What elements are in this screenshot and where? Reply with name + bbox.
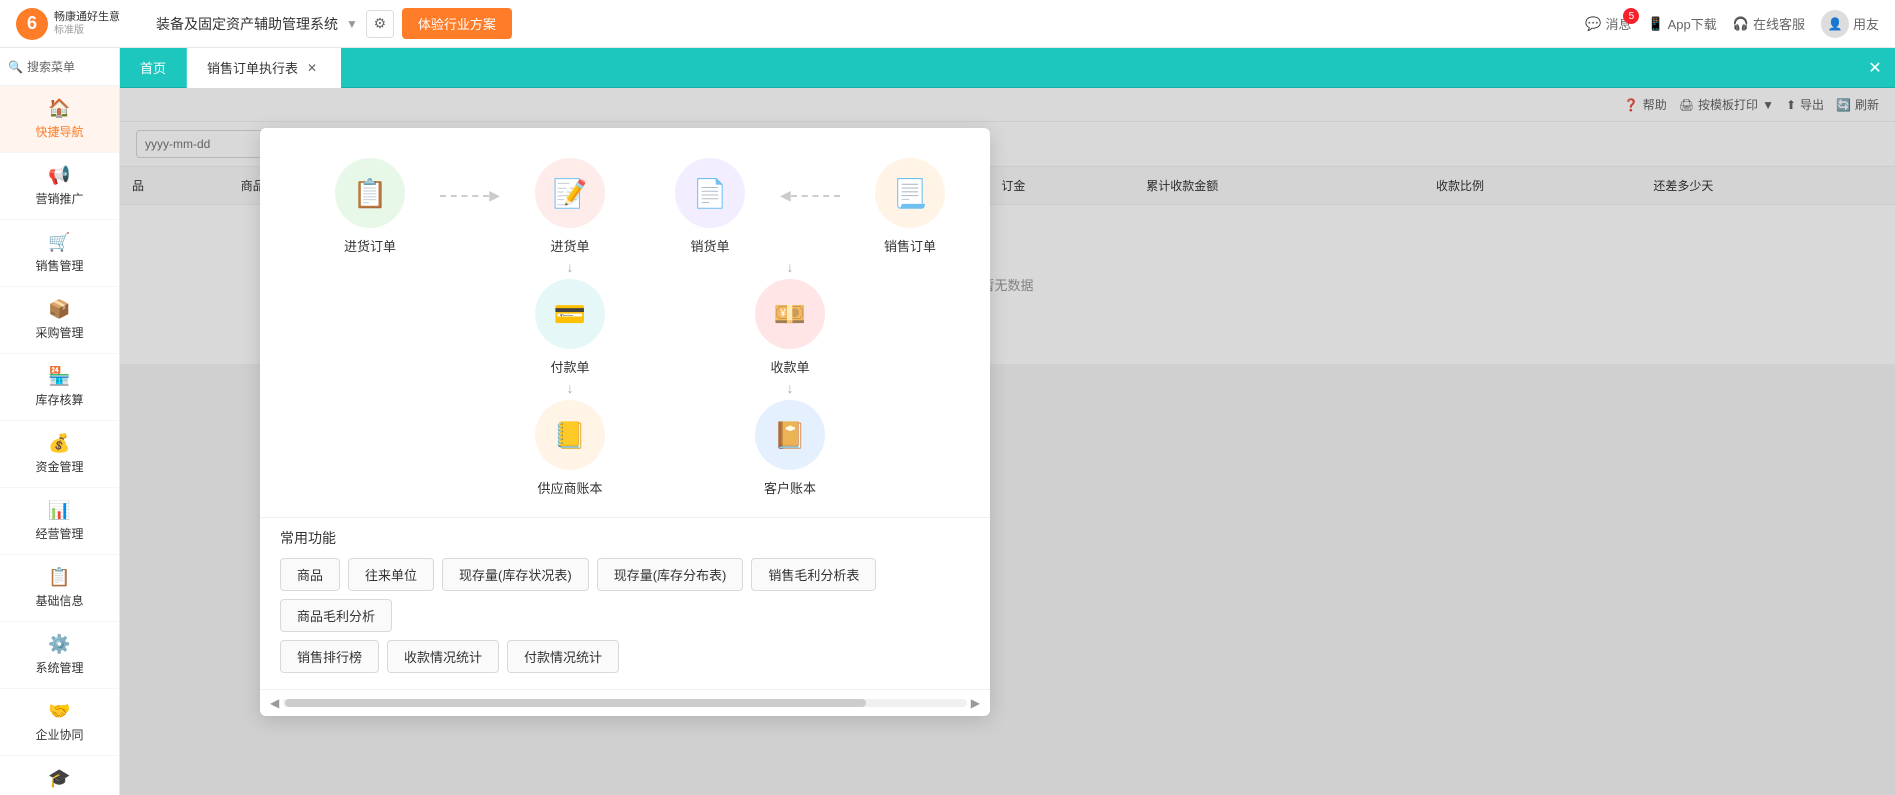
cf-btn-product[interactable]: 商品	[280, 558, 340, 591]
purchase-bill-label: 进货单	[550, 236, 589, 255]
purchase-order-label: 进货订单	[344, 236, 396, 255]
sales-order-label: 销售订单	[884, 236, 936, 255]
cf-buttons-row2: 销售排行榜 收款情况统计 付款情况统计	[280, 640, 970, 673]
modal-overlay: 📋 进货订单 ▶ 📝	[120, 88, 1895, 795]
enterprise-icon: 🤝	[48, 701, 70, 722]
scroll-left-icon[interactable]: ◀	[270, 696, 279, 710]
home-icon: 🏠	[48, 98, 70, 119]
avatar-icon: 👤	[1828, 17, 1843, 31]
tab-bar-close-button[interactable]: ✕	[1855, 48, 1895, 88]
flow-node-purchase-order: 📋 进货订单	[300, 158, 440, 255]
tab-close-icon[interactable]: ✕	[304, 60, 320, 76]
common-functions: 常用功能 商品 往来单位 现存量(库存状况表) 现存量(库存分布表) 销售毛利分…	[260, 517, 990, 689]
scroll-thumb	[285, 699, 866, 707]
sales-icon: 🛒	[48, 232, 70, 253]
search-menu-button[interactable]: 🔍 搜索菜单	[0, 48, 119, 86]
sidebar-item-sales[interactable]: 🛒 销售管理	[0, 220, 119, 287]
sidebar-item-enterprise[interactable]: 🤝 企业协同	[0, 689, 119, 756]
cf-btn-stock-status[interactable]: 现存量(库存状况表)	[442, 558, 589, 591]
system-dropdown-icon[interactable]: ▼	[346, 17, 358, 31]
basicinfo-icon: 📋	[48, 567, 70, 588]
flow-node-purchase-bill: 📝 进货单	[500, 158, 640, 255]
cf-btn-receipt-stats[interactable]: 收款情况统计	[387, 640, 499, 673]
tab-sales-order[interactable]: 销售订单执行表 ✕	[187, 48, 341, 88]
logo-area: 6 畅康通好生意 标准版	[16, 8, 136, 40]
receipt-bill-icon: 💴	[755, 279, 825, 349]
operations-icon: 📊	[48, 500, 70, 521]
scroll-track[interactable]	[283, 699, 967, 707]
modal-dialog: 📋 进货订单 ▶ 📝	[260, 128, 990, 716]
sales-order-icon: 📃	[875, 158, 945, 228]
sidebar-item-finance[interactable]: 💰 资金管理	[0, 421, 119, 488]
header-right: 💬 消息 5 📱 App下载 🎧 在线客服 👤 用友	[1585, 10, 1879, 38]
newbie-icon: 🎓	[48, 768, 70, 789]
flow-node-receipt-bill: 💴 收款单	[720, 279, 860, 376]
tab-bar: 首页 销售订单执行表 ✕ ✕	[120, 48, 1895, 88]
tab-home[interactable]: 首页	[120, 48, 187, 88]
sales-bill-label: 销货单	[690, 236, 729, 255]
sidebar-item-operations[interactable]: 📊 经营管理	[0, 488, 119, 555]
flow-node-supplier-account: 📒 供应商账本	[500, 400, 640, 497]
sidebar-item-basic-info[interactable]: 📋 基础信息	[0, 555, 119, 622]
receipt-bill-label: 收款单	[770, 357, 809, 376]
logo-icon: 6	[16, 8, 48, 40]
page-content: ❓ 帮助 🖨 按模板打印 ▼ ⬆ 导出 🔄 刷新	[120, 88, 1895, 795]
flow-node-customer-account: 📔 客户账本	[720, 400, 860, 497]
payment-bill-icon: 💳	[535, 279, 605, 349]
scroll-right-icon[interactable]: ▶	[971, 696, 980, 710]
customer-account-icon: 📔	[755, 400, 825, 470]
experience-button[interactable]: 体验行业方案	[402, 8, 512, 39]
system-title-area: 装备及固定资产辅助管理系统 ▼ ⚙ 体验行业方案	[136, 8, 1585, 39]
flow-node-sales-order: 📃 销售订单	[840, 158, 980, 255]
cf-btn-sales-margin[interactable]: 销售毛利分析表	[751, 558, 876, 591]
sidebar: 🔍 搜索菜单 🏠 快捷导航 📢 营销推广 🛒 销售管理 📦 采购管理 🏪 库存核…	[0, 48, 120, 795]
cf-btn-stock-dist[interactable]: 现存量(库存分布表)	[597, 558, 744, 591]
purchase-icon: 📦	[48, 299, 70, 320]
search-icon: 🔍	[8, 60, 23, 74]
flow-node-payment-bill: 💳 付款单	[500, 279, 640, 376]
marketing-icon: 📢	[48, 165, 70, 186]
app-download-button[interactable]: 📱 App下载	[1647, 14, 1716, 33]
flow-node-sales-bill: 📄 销货单	[640, 158, 780, 255]
cf-buttons-row1: 商品 往来单位 现存量(库存状况表) 现存量(库存分布表) 销售毛利分析表 商品…	[280, 558, 970, 632]
message-button[interactable]: 💬 消息 5	[1585, 14, 1631, 33]
sidebar-item-newbie[interactable]: 🎓 新手引导	[0, 756, 119, 795]
top-header: 6 畅康通好生意 标准版 装备及固定资产辅助管理系统 ▼ ⚙ 体验行业方案 💬 …	[0, 0, 1895, 48]
sidebar-item-purchase[interactable]: 📦 采购管理	[0, 287, 119, 354]
avatar: 👤	[1821, 10, 1849, 38]
inventory-icon: 🏪	[48, 366, 70, 387]
message-badge: 5	[1623, 8, 1639, 24]
supplier-account-icon: 📒	[535, 400, 605, 470]
logo-text: 畅康通好生意 标准版	[54, 10, 120, 37]
download-icon: 📱	[1647, 16, 1663, 32]
common-functions-title: 常用功能	[280, 528, 970, 548]
scroll-area: ◀ ▶	[260, 689, 990, 716]
user-avatar-button[interactable]: 👤 用友	[1821, 10, 1879, 38]
cf-btn-partners[interactable]: 往来单位	[348, 558, 434, 591]
sidebar-item-inventory[interactable]: 🏪 库存核算	[0, 354, 119, 421]
settings-gear-button[interactable]: ⚙	[366, 10, 394, 38]
main-layout: 🔍 搜索菜单 🏠 快捷导航 📢 营销推广 🛒 销售管理 📦 采购管理 🏪 库存核…	[0, 48, 1895, 795]
system-icon: ⚙️	[48, 634, 70, 655]
sidebar-item-marketing[interactable]: 📢 营销推广	[0, 153, 119, 220]
sales-bill-icon: 📄	[675, 158, 745, 228]
supplier-account-label: 供应商账本	[537, 478, 602, 497]
content-area: 首页 销售订单执行表 ✕ ✕ ❓ 帮助 🖨 按模板打印 ▼	[120, 48, 1895, 795]
service-icon: 🎧	[1733, 16, 1749, 32]
finance-icon: 💰	[48, 433, 70, 454]
purchase-bill-icon: 📝	[535, 158, 605, 228]
message-icon: 💬	[1585, 16, 1601, 32]
online-service-button[interactable]: 🎧 在线客服	[1733, 14, 1805, 33]
payment-bill-label: 付款单	[550, 357, 589, 376]
customer-account-label: 客户账本	[764, 478, 816, 497]
cf-btn-product-margin[interactable]: 商品毛利分析	[280, 599, 392, 632]
sidebar-item-quick-nav[interactable]: 🏠 快捷导航	[0, 86, 119, 153]
sidebar-item-system[interactable]: ⚙️ 系统管理	[0, 622, 119, 689]
purchase-order-icon: 📋	[335, 158, 405, 228]
system-title: 装备及固定资产辅助管理系统	[156, 14, 338, 34]
cf-btn-sales-ranking[interactable]: 销售排行榜	[280, 640, 379, 673]
flow-area: 📋 进货订单 ▶ 📝	[260, 128, 990, 517]
cf-btn-payment-stats[interactable]: 付款情况统计	[507, 640, 619, 673]
